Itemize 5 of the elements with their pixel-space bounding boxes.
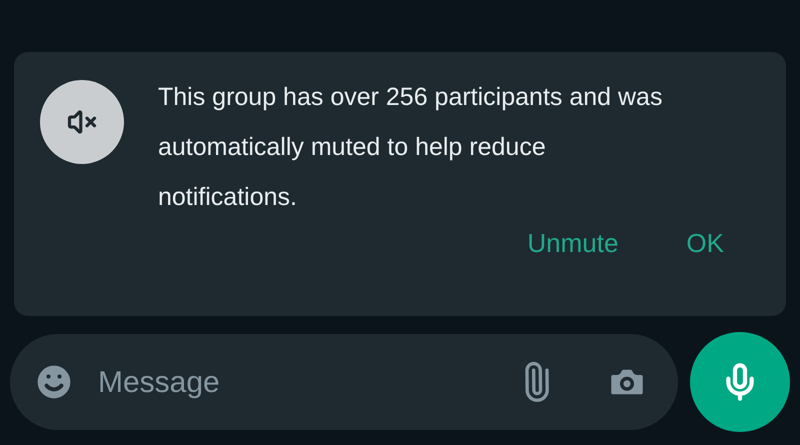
message-field[interactable]: Message (98, 360, 516, 404)
message-composer[interactable]: Message (10, 334, 678, 430)
dialog-action-button[interactable]: Unmute (527, 224, 618, 263)
dialog-action-button[interactable]: OK (686, 224, 724, 263)
notice-message: This group has over 256 participants and was automatically muted to help reduce notifications. (158, 82, 664, 213)
